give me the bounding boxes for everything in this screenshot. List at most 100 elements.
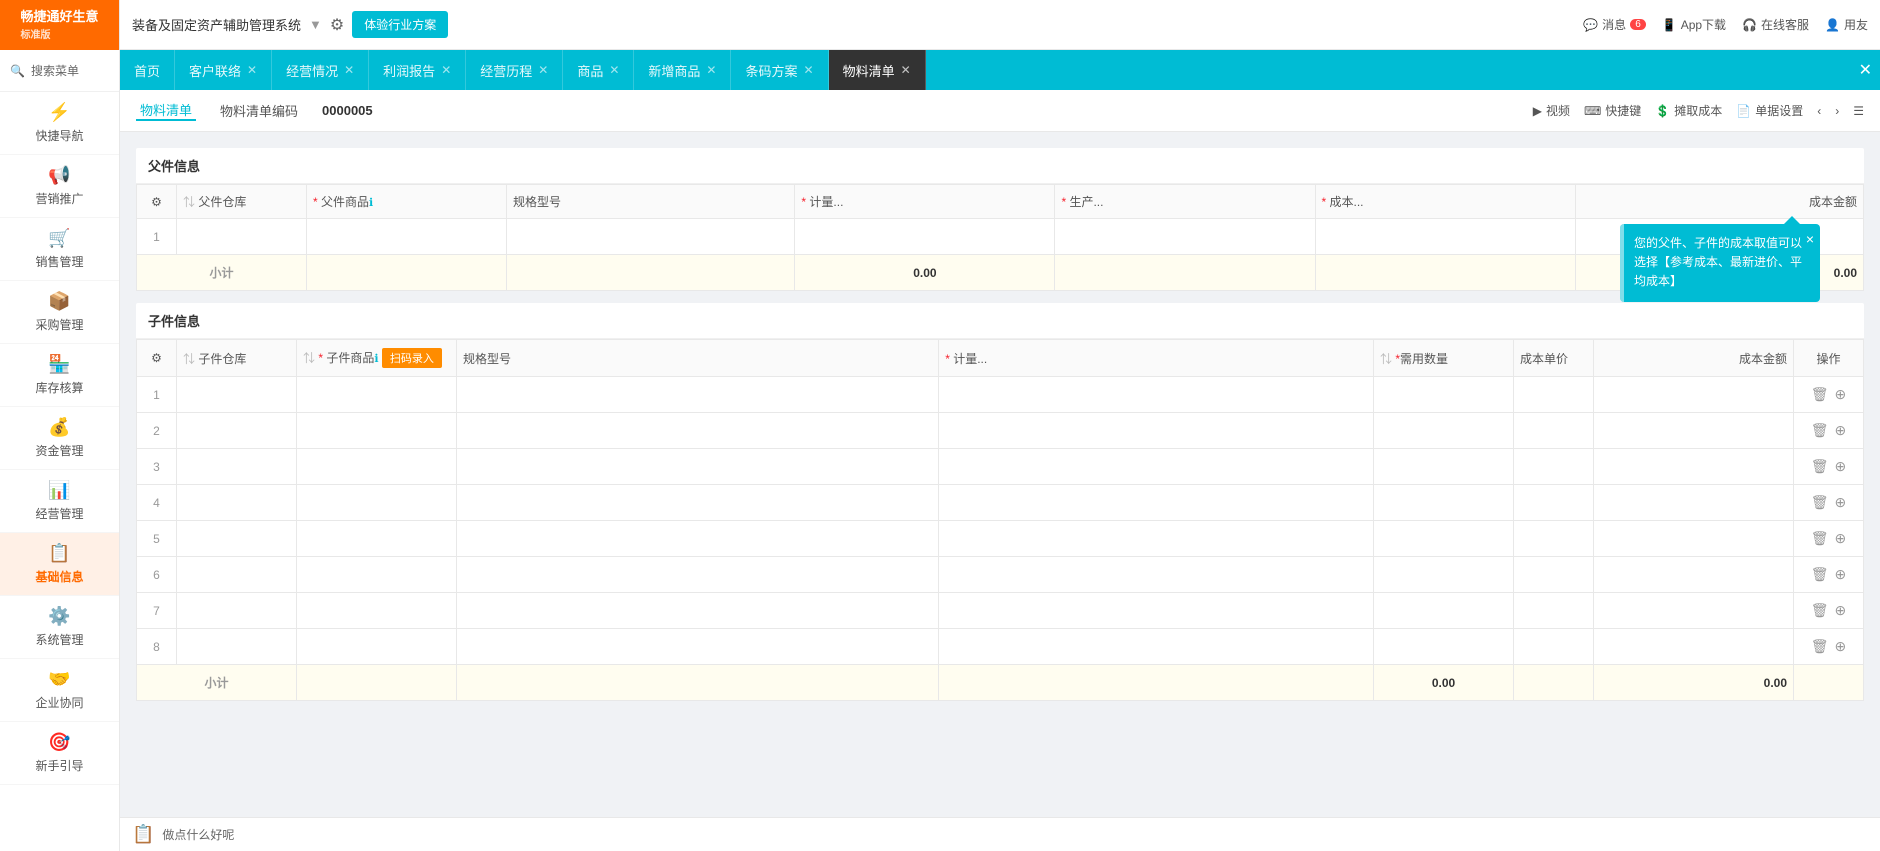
child-unit-cost-cell[interactable]: [1514, 449, 1594, 485]
nav-tab-new-product[interactable]: 新增商品✕: [634, 50, 731, 90]
child-spec-cell[interactable]: [457, 629, 939, 665]
child-product-cell[interactable]: [297, 485, 457, 521]
child-col-settings[interactable]: ⚙: [137, 340, 177, 377]
child-quantity-cell[interactable]: [1374, 557, 1514, 593]
delete-icon[interactable]: 🗑: [1811, 530, 1829, 547]
child-warehouse-cell[interactable]: [177, 629, 297, 665]
user-button[interactable]: 👤 用友: [1825, 16, 1868, 33]
parent-spec-cell[interactable]: [507, 219, 795, 255]
child-quantity-cell[interactable]: [1374, 521, 1514, 557]
child-spec-cell[interactable]: [457, 413, 939, 449]
sidebar-search-section[interactable]: 🔍 搜索菜单: [0, 50, 119, 92]
child-unit-cell[interactable]: [939, 449, 1374, 485]
tab-close-bom[interactable]: ✕: [901, 63, 911, 77]
delete-icon[interactable]: 🗑: [1811, 458, 1829, 475]
child-quantity-cell[interactable]: [1374, 413, 1514, 449]
nav-prev-icon[interactable]: ‹: [1817, 104, 1821, 118]
copy-icon[interactable]: ⊕: [1835, 386, 1847, 403]
sidebar-item-system[interactable]: ⚙️ 系统管理: [0, 596, 119, 659]
sidebar-item-enterprise[interactable]: 🤝 企业协同: [0, 659, 119, 722]
child-quantity-cell[interactable]: [1374, 629, 1514, 665]
child-spec-cell[interactable]: [457, 557, 939, 593]
scan-button[interactable]: 扫码录入: [382, 348, 442, 368]
sidebar-item-operations[interactable]: 📊 经营管理: [0, 470, 119, 533]
child-unit-cell[interactable]: [939, 521, 1374, 557]
settings-icon[interactable]: ⚙: [330, 15, 344, 35]
delete-icon[interactable]: 🗑: [1811, 602, 1829, 619]
nav-tab-profit[interactable]: 利润报告✕: [369, 50, 466, 90]
tab-close-new-product[interactable]: ✕: [706, 63, 716, 77]
child-unit-cell[interactable]: [939, 593, 1374, 629]
tab-close-customer[interactable]: ✕: [247, 63, 257, 77]
copy-icon[interactable]: ⊕: [1835, 458, 1847, 475]
delete-icon[interactable]: 🗑: [1811, 422, 1829, 439]
child-unit-cell[interactable]: [939, 629, 1374, 665]
delete-icon[interactable]: 🗑: [1811, 638, 1829, 655]
nav-list-icon[interactable]: ☰: [1853, 104, 1864, 118]
copy-icon[interactable]: ⊕: [1835, 602, 1847, 619]
message-button[interactable]: 💬 消息 6: [1583, 16, 1646, 33]
child-unit-cost-cell[interactable]: [1514, 557, 1594, 593]
nav-tab-product[interactable]: 商品✕: [563, 50, 634, 90]
sidebar-item-purchase[interactable]: 📦 采购管理: [0, 281, 119, 344]
child-quantity-cell[interactable]: [1374, 377, 1514, 413]
child-unit-cell[interactable]: [939, 377, 1374, 413]
child-product-cell[interactable]: [297, 629, 457, 665]
tab-bom-list[interactable]: 物料清单: [136, 100, 196, 121]
nav-tab-customer[interactable]: 客户联络✕: [175, 50, 272, 90]
child-unit-cost-cell[interactable]: [1514, 521, 1594, 557]
dropdown-icon[interactable]: ▼: [309, 17, 322, 32]
tab-close-barcode[interactable]: ✕: [804, 63, 814, 77]
child-spec-cell[interactable]: [457, 521, 939, 557]
single-setting-action[interactable]: 📄 单据设置: [1736, 102, 1803, 119]
child-product-cell[interactable]: [297, 377, 457, 413]
nav-next-icon[interactable]: ›: [1835, 104, 1839, 118]
delete-icon[interactable]: 🗑: [1811, 386, 1829, 403]
child-spec-cell[interactable]: [457, 377, 939, 413]
parent-col-settings[interactable]: ⚙: [137, 185, 177, 219]
parent-unit-cell[interactable]: [795, 219, 1055, 255]
tooltip-close-button[interactable]: ×: [1806, 228, 1814, 250]
tab-close-history[interactable]: ✕: [538, 63, 548, 77]
video-action[interactable]: ▶ 视频: [1533, 102, 1570, 119]
sidebar-item-basic-info[interactable]: 📋 基础信息: [0, 533, 119, 596]
copy-icon[interactable]: ⊕: [1835, 530, 1847, 547]
child-product-cell[interactable]: [297, 557, 457, 593]
sidebar-item-sales[interactable]: 🛒 销售管理: [0, 218, 119, 281]
child-product-cell[interactable]: [297, 449, 457, 485]
child-spec-cell[interactable]: [457, 449, 939, 485]
child-warehouse-cell[interactable]: [177, 413, 297, 449]
experience-button[interactable]: 体验行业方案: [352, 11, 448, 38]
nav-tab-home[interactable]: 首页: [120, 50, 175, 90]
nav-tab-bom[interactable]: 物料清单✕: [829, 50, 926, 90]
online-service-button[interactable]: 🎧 在线客服: [1742, 16, 1809, 33]
copy-icon[interactable]: ⊕: [1835, 422, 1847, 439]
sidebar-item-quick-nav[interactable]: ⚡ 快捷导航: [0, 92, 119, 155]
child-unit-cost-cell[interactable]: [1514, 485, 1594, 521]
sidebar-item-guide[interactable]: 🎯 新手引导: [0, 722, 119, 785]
search-menu-button[interactable]: 🔍 搜索菜单: [6, 58, 113, 83]
child-quantity-cell[interactable]: [1374, 593, 1514, 629]
sidebar-item-inventory[interactable]: 🏪 库存核算: [0, 344, 119, 407]
copy-icon[interactable]: ⊕: [1835, 494, 1847, 511]
tab-close-product[interactable]: ✕: [609, 63, 619, 77]
child-unit-cell[interactable]: [939, 413, 1374, 449]
child-unit-cell[interactable]: [939, 557, 1374, 593]
parent-warehouse-cell[interactable]: [177, 219, 307, 255]
child-unit-cost-cell[interactable]: [1514, 629, 1594, 665]
delete-icon[interactable]: 🗑: [1811, 566, 1829, 583]
child-warehouse-cell[interactable]: [177, 557, 297, 593]
cost-action[interactable]: 💲 摊取成本: [1655, 102, 1722, 119]
child-product-cell[interactable]: [297, 521, 457, 557]
sidebar-item-marketing[interactable]: 📢 营销推广: [0, 155, 119, 218]
copy-icon[interactable]: ⊕: [1835, 638, 1847, 655]
parent-production-cell[interactable]: [1055, 219, 1315, 255]
parent-cost-cell[interactable]: [1315, 219, 1575, 255]
child-warehouse-cell[interactable]: [177, 521, 297, 557]
shortcut-action[interactable]: ⌨ 快捷键: [1584, 102, 1641, 119]
tab-close-profit[interactable]: ✕: [441, 63, 451, 77]
child-warehouse-cell[interactable]: [177, 449, 297, 485]
child-warehouse-cell[interactable]: [177, 485, 297, 521]
child-warehouse-cell[interactable]: [177, 377, 297, 413]
tab-close-operations[interactable]: ✕: [344, 63, 354, 77]
